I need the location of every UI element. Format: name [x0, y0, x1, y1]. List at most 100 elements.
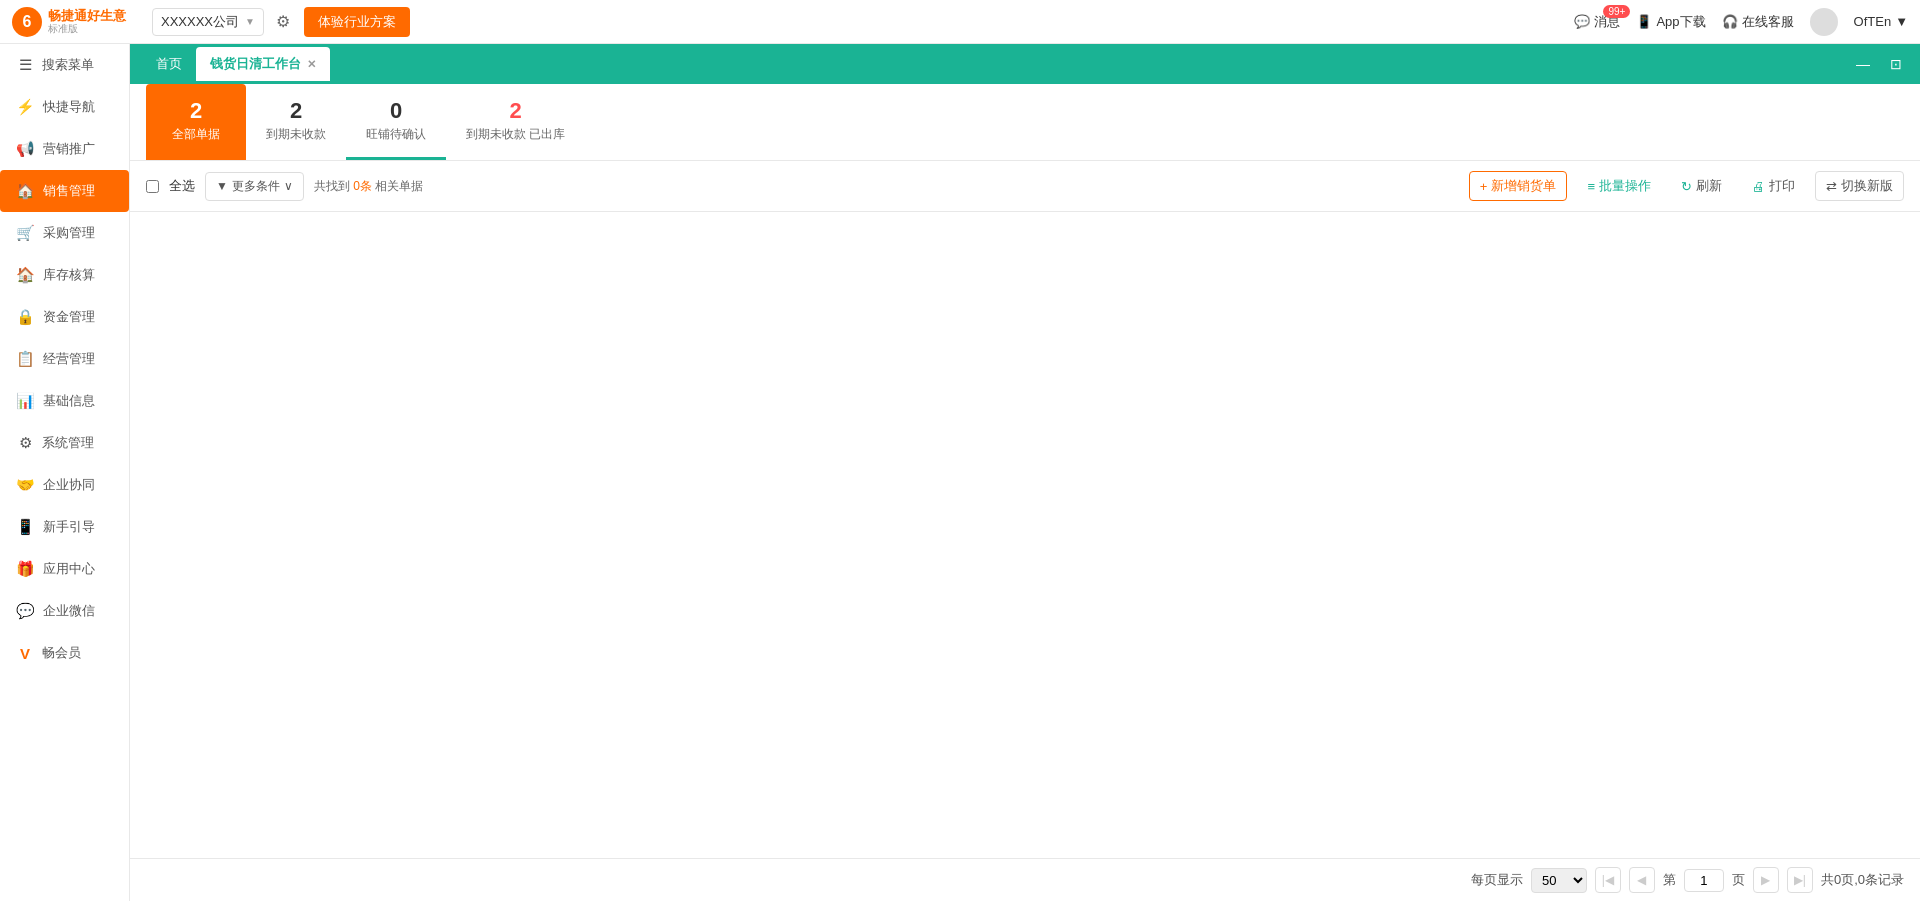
sidebar-item-enterprise[interactable]: 🤝 企业协同: [0, 464, 129, 506]
sidebar-label-enterprise: 企业协同: [43, 476, 95, 494]
sales-icon: 🏠: [16, 182, 35, 200]
sidebar-label-search: 搜索菜单: [42, 56, 94, 74]
sidebar-item-app-center[interactable]: 🎁 应用中心: [0, 548, 129, 590]
refresh-btn[interactable]: ↻ 刷新: [1671, 172, 1732, 200]
prev-page-btn[interactable]: ◀: [1629, 867, 1655, 893]
guide-icon: 📱: [16, 518, 35, 536]
stat-number-shipped: 2: [466, 98, 565, 124]
pagination-bar: 每页显示 50 100 200 |◀ ◀ 第 页 ▶ ▶| 共0页,0条记录: [130, 858, 1920, 901]
add-sales-btn[interactable]: + 新增销货单: [1469, 171, 1568, 201]
stat-tab-pending[interactable]: 0 旺铺待确认: [346, 84, 446, 160]
first-page-btn[interactable]: |◀: [1595, 867, 1621, 893]
sidebar-label-wechat: 企业微信: [43, 602, 95, 620]
filter-btn[interactable]: ▼ 更多条件 ∨: [205, 172, 304, 201]
filter-chevron-icon: ∨: [284, 179, 293, 193]
sidebar-item-operations[interactable]: 📋 经营管理: [0, 338, 129, 380]
batch-ops-label: 批量操作: [1599, 177, 1651, 195]
operations-icon: 📋: [16, 350, 35, 368]
next-page-btn[interactable]: ▶: [1753, 867, 1779, 893]
base-info-icon: 📊: [16, 392, 35, 410]
switch-icon: ⇄: [1826, 179, 1837, 194]
stat-tab-shipped[interactable]: 2 到期未收款 已出库: [446, 84, 585, 160]
company-name: XXXXXX公司: [161, 13, 239, 31]
sidebar: ☰ 搜索菜单 ⚡ 快捷导航 📢 营销推广 🏠 销售管理 🛒 采购管理 🏠 库存核…: [0, 44, 130, 901]
select-all-checkbox[interactable]: [146, 180, 159, 193]
add-sales-label: 新增销货单: [1491, 177, 1556, 195]
headset-icon: 🎧: [1722, 14, 1738, 29]
tab-bar-right: — ⊡: [1850, 54, 1908, 74]
marketing-icon: 📢: [16, 140, 35, 158]
print-label: 打印: [1769, 177, 1795, 195]
logo-title: 畅捷通好生意: [48, 8, 126, 24]
online-service-btn[interactable]: 🎧 在线客服: [1722, 13, 1794, 31]
sidebar-item-purchase[interactable]: 🛒 采购管理: [0, 212, 129, 254]
select-all-label: 全选: [169, 177, 195, 195]
sidebar-item-finance[interactable]: 🔒 资金管理: [0, 296, 129, 338]
per-page-label: 每页显示: [1471, 871, 1523, 889]
per-page-select[interactable]: 50 100 200: [1531, 868, 1587, 893]
sidebar-item-base-info[interactable]: 📊 基础信息: [0, 380, 129, 422]
toolbar: 全选 ▼ 更多条件 ∨ 共找到 0条 相关单据 + 新增销货单 ≡ 批量操作: [130, 161, 1920, 212]
app-download-btn[interactable]: 📱 App下载: [1636, 13, 1705, 31]
switch-version-btn[interactable]: ⇄ 切换新版: [1815, 171, 1904, 201]
sidebar-label-operations: 经营管理: [43, 350, 95, 368]
settings-icon[interactable]: ⚙: [272, 8, 294, 35]
sidebar-item-guide[interactable]: 📱 新手引导: [0, 506, 129, 548]
last-page-btn[interactable]: ▶|: [1787, 867, 1813, 893]
header-right: 💬 消息 99+ 📱 App下载 🎧 在线客服 OfTEn ▼: [1574, 8, 1908, 36]
sidebar-item-search[interactable]: ☰ 搜索菜单: [0, 44, 129, 86]
logo-area: 6 畅捷通好生意 标准版: [12, 7, 142, 37]
sidebar-label-guide: 新手引导: [43, 518, 95, 536]
sidebar-item-member[interactable]: V 畅会员: [0, 632, 129, 674]
finance-icon: 🔒: [16, 308, 35, 326]
batch-ops-btn[interactable]: ≡ 批量操作: [1577, 172, 1661, 200]
sidebar-item-inventory[interactable]: 🏠 库存核算: [0, 254, 129, 296]
app-center-icon: 🎁: [16, 560, 35, 578]
tab-minimize-icon[interactable]: —: [1850, 54, 1876, 74]
logo-sub: 标准版: [48, 23, 126, 35]
sidebar-label-sales: 销售管理: [43, 182, 95, 200]
tab-active[interactable]: 钱货日清工作台 ✕: [196, 47, 330, 81]
member-icon: V: [16, 645, 34, 662]
main-content: 首页 钱货日清工作台 ✕ — ⊡ 2 全部单据 2 到期未收款 0 旺铺待确认: [130, 44, 1920, 901]
found-text: 共找到 0条 相关单据: [314, 178, 423, 195]
data-area: [130, 212, 1920, 858]
plus-icon: +: [1480, 179, 1488, 194]
stat-label-overdue: 到期未收款: [266, 126, 326, 143]
active-tab-label: 钱货日清工作台: [210, 55, 301, 73]
batch-icon: ≡: [1587, 179, 1595, 194]
content-area: 2 全部单据 2 到期未收款 0 旺铺待确认 2 到期未收款 已出库 全选 ▼ …: [130, 84, 1920, 901]
wechat-icon: 💬: [16, 602, 35, 620]
sidebar-item-quick-nav[interactable]: ⚡ 快捷导航: [0, 86, 129, 128]
tab-bar: 首页 钱货日清工作台 ✕ — ⊡: [130, 44, 1920, 84]
sidebar-label-inventory: 库存核算: [43, 266, 95, 284]
sidebar-label-app-center: 应用中心: [43, 560, 95, 578]
stat-number-all: 2: [166, 98, 226, 124]
user-name: OfTEn: [1854, 14, 1892, 29]
user-name-area[interactable]: OfTEn ▼: [1854, 14, 1908, 29]
stat-tab-all[interactable]: 2 全部单据: [146, 84, 246, 160]
company-selector[interactable]: XXXXXX公司 ▼: [152, 8, 264, 36]
stat-tab-overdue[interactable]: 2 到期未收款: [246, 84, 346, 160]
refresh-label: 刷新: [1696, 177, 1722, 195]
sidebar-label-member: 畅会员: [42, 644, 81, 662]
tab-home[interactable]: 首页: [142, 47, 196, 81]
stat-label-all: 全部单据: [166, 126, 226, 143]
stat-number-overdue: 2: [266, 98, 326, 124]
print-btn[interactable]: 🖨 打印: [1742, 172, 1805, 200]
tab-maximize-icon[interactable]: ⊡: [1884, 54, 1908, 74]
found-suffix: 相关单据: [375, 179, 423, 193]
sidebar-item-marketing[interactable]: 📢 营销推广: [0, 128, 129, 170]
avatar[interactable]: [1810, 8, 1838, 36]
stats-tabs: 2 全部单据 2 到期未收款 0 旺铺待确认 2 到期未收款 已出库: [130, 84, 1920, 161]
logo-text: 畅捷通好生意 标准版: [48, 8, 126, 36]
tab-close-icon[interactable]: ✕: [307, 58, 316, 71]
experience-btn[interactable]: 体验行业方案: [304, 7, 410, 37]
online-service-label: 在线客服: [1742, 13, 1794, 31]
sidebar-item-wechat[interactable]: 💬 企业微信: [0, 590, 129, 632]
sidebar-item-sales[interactable]: 🏠 销售管理: [0, 170, 129, 212]
messages-btn[interactable]: 💬 消息 99+: [1574, 13, 1620, 31]
page-input[interactable]: [1684, 869, 1724, 892]
message-badge: 99+: [1603, 5, 1630, 18]
sidebar-item-sys-manage[interactable]: ⚙ 系统管理: [0, 422, 129, 464]
